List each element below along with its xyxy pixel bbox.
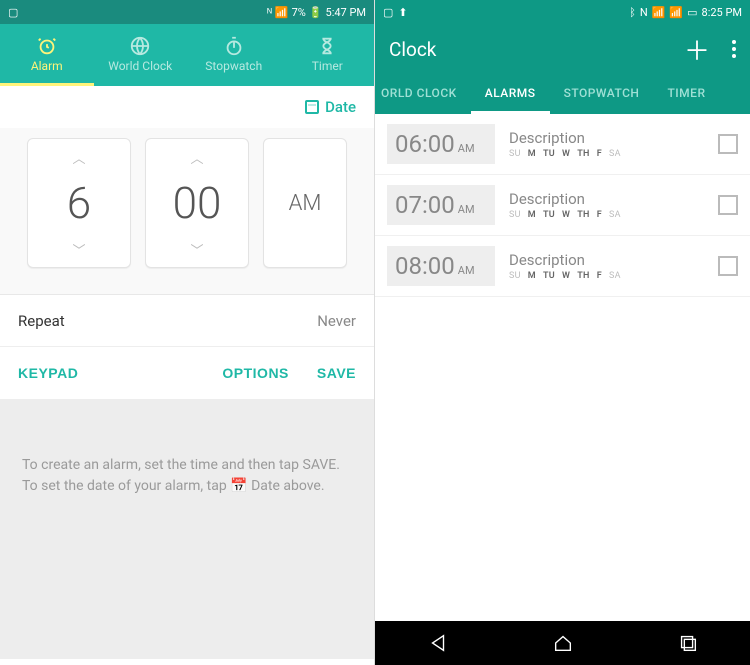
wifi-icon: 📶: [652, 6, 666, 19]
hour-picker[interactable]: ︿ 6 ﹀: [27, 138, 131, 268]
chevron-down-icon[interactable]: ﹀: [72, 241, 85, 257]
repeat-label: Repeat: [18, 312, 65, 330]
left-status-bar: ▢ ᴺ 📶 7% 🔋 5:47 PM: [0, 0, 374, 24]
alarm-list: 06:00AM Description SUMTUWTHFSA 07:00AM Desc…: [375, 114, 750, 297]
alarm-checkbox[interactable]: [718, 134, 738, 154]
tab-timer-label: Timer: [312, 59, 343, 73]
globe-icon: [129, 35, 151, 57]
alarm-time: 08:00AM: [387, 246, 495, 286]
stopwatch-icon: [223, 35, 245, 57]
alarm-time: 07:00AM: [387, 185, 495, 225]
home-icon[interactable]: [552, 632, 574, 654]
signal-icon: 📶: [669, 6, 683, 19]
signal-icon: 📶: [275, 6, 289, 19]
tab-stopwatch-label: Stopwatch: [205, 59, 262, 73]
options-button[interactable]: OPTIONS: [222, 365, 289, 381]
tab-worldclock[interactable]: World Clock: [94, 24, 188, 86]
tab-stopwatch[interactable]: Stopwatch: [187, 24, 281, 86]
alarm-row[interactable]: 06:00AM Description SUMTUWTHFSA: [375, 114, 750, 175]
alarm-days: SUMTUWTHFSA: [509, 149, 704, 159]
android-nav-bar: [375, 621, 750, 665]
date-label: Date: [325, 98, 356, 116]
alarm-icon: [36, 35, 58, 57]
calendar-icon: [305, 100, 319, 114]
right-status-bar: ▢ ⬆ ᛒ N 📶 📶 ▭ 8:25 PM: [375, 0, 750, 24]
battery-icon: 🔋: [309, 6, 323, 19]
tab-worldclock-label: World Clock: [108, 59, 172, 73]
hourglass-icon: [316, 35, 338, 57]
alarm-description: Description: [509, 129, 704, 147]
back-icon[interactable]: [427, 632, 449, 654]
chevron-down-icon[interactable]: ﹀: [190, 241, 203, 257]
recent-icon[interactable]: [677, 632, 699, 654]
alarm-time: 06:00AM: [387, 124, 495, 164]
add-button[interactable]: ＋: [684, 31, 710, 68]
status-time: 5:47 PM: [326, 6, 366, 19]
keypad-button[interactable]: KEYPAD: [18, 365, 78, 381]
minute-picker[interactable]: ︿ 00 ﹀: [145, 138, 249, 268]
time-picker-area: ︿ 6 ﹀ ︿ 00 ﹀ AM: [0, 128, 374, 295]
save-button[interactable]: SAVE: [317, 365, 356, 381]
tab-worldclock[interactable]: ORLD CLOCK: [375, 74, 471, 114]
app-title: Clock: [389, 38, 436, 61]
sim-icon: ▢: [383, 6, 393, 19]
right-phone: ▢ ⬆ ᛒ N 📶 📶 ▭ 8:25 PM Clock ＋ ORLD CLOCK…: [375, 0, 750, 665]
date-button[interactable]: Date: [0, 86, 374, 128]
tab-timer[interactable]: TIMER: [653, 74, 719, 114]
left-tabs: Alarm World Clock Stopwatch Timer: [0, 24, 374, 86]
minute-value: 00: [173, 165, 222, 241]
chevron-up-icon[interactable]: ︿: [190, 149, 203, 165]
battery-icon: ▭: [687, 6, 697, 19]
bluetooth-icon: ᛒ: [629, 6, 636, 19]
alarm-description: Description: [509, 251, 704, 269]
right-header: Clock ＋: [375, 24, 750, 74]
alarm-days: SUMTUWTHFSA: [509, 210, 704, 220]
nfc-icon: ᴺ: [267, 6, 272, 19]
tab-alarm[interactable]: Alarm: [0, 24, 94, 86]
left-phone: ▢ ᴺ 📶 7% 🔋 5:47 PM Alarm World Clock Sto…: [0, 0, 375, 665]
hint-text: To create an alarm, set the time and the…: [0, 399, 374, 659]
nfc-icon: N: [640, 6, 648, 19]
tab-alarms[interactable]: ALARMS: [471, 74, 550, 114]
hour-value: 6: [67, 165, 91, 241]
ampm-picker[interactable]: AM: [263, 138, 347, 268]
alarm-days: SUMTUWTHFSA: [509, 271, 704, 281]
right-tabs: ORLD CLOCK ALARMS STOPWATCH TIMER: [375, 74, 750, 114]
tab-timer[interactable]: Timer: [281, 24, 375, 86]
tab-alarm-label: Alarm: [31, 59, 63, 73]
screenshot-icon: ▢: [8, 6, 18, 19]
alarm-checkbox[interactable]: [718, 256, 738, 276]
alarm-row[interactable]: 07:00AM Description SUMTUWTHFSA: [375, 175, 750, 236]
status-time: 8:25 PM: [702, 6, 742, 19]
chevron-up-icon[interactable]: ︿: [72, 149, 85, 165]
battery-pct: 7%: [292, 6, 306, 19]
alarm-description: Description: [509, 190, 704, 208]
upload-icon: ⬆: [398, 6, 407, 19]
alarm-checkbox[interactable]: [718, 195, 738, 215]
repeat-value: Never: [317, 312, 356, 330]
action-bar: KEYPAD OPTIONS SAVE: [0, 347, 374, 399]
alarm-row[interactable]: 08:00AM Description SUMTUWTHFSA: [375, 236, 750, 297]
repeat-row[interactable]: Repeat Never: [0, 295, 374, 347]
overflow-menu-icon[interactable]: [732, 40, 736, 58]
tab-stopwatch[interactable]: STOPWATCH: [550, 74, 654, 114]
ampm-value: AM: [289, 165, 322, 241]
